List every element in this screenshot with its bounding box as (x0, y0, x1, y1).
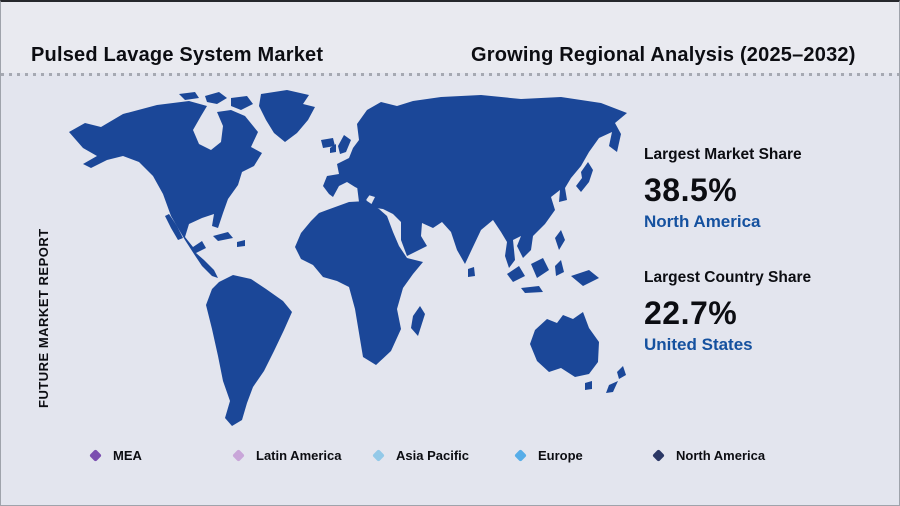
legend-label: North America (676, 448, 766, 463)
legend-item-north-america: North America (652, 448, 766, 463)
stats-panel: Largest Market Share 38.5% North America… (644, 146, 894, 392)
diamond-marker-icon (89, 449, 102, 462)
infographic-frame: Pulsed Lavage System Market Growing Regi… (0, 0, 900, 506)
diamond-marker-icon (514, 449, 527, 462)
legend-item-mea: MEA (89, 448, 142, 463)
stat-value: 22.7% (644, 295, 738, 332)
diamond-marker-icon (652, 449, 665, 462)
page-subtitle: Growing Regional Analysis (2025–2032) (471, 44, 856, 66)
dotted-divider (1, 73, 899, 76)
legend-item-europe: Europe (514, 448, 583, 463)
legend-label: Latin America (256, 448, 342, 463)
stat-label: Largest Country Share (644, 269, 812, 287)
diamond-marker-icon (232, 449, 245, 462)
stat-region: North America (644, 212, 761, 232)
stat-country-share: Largest Country Share 22.7% United State… (644, 269, 894, 355)
stat-value: 38.5% (644, 172, 738, 208)
legend-label: Asia Pacific (396, 448, 469, 463)
legend-label: Europe (538, 448, 583, 463)
world-map-landmasses (69, 90, 627, 426)
legend-item-latin-america: Latin America (232, 448, 342, 463)
stat-market-share: Largest Market Share 38.5% North America (644, 146, 894, 232)
legend-item-asia-pacific: Asia Pacific (372, 448, 469, 463)
map-legend: MEA Latin America Asia Pacific Europe No… (1, 448, 899, 468)
world-map-image (69, 90, 627, 426)
page-title: Pulsed Lavage System Market (31, 44, 324, 66)
legend-label: MEA (113, 448, 142, 463)
brand-watermark: FUTURE MARKET REPORT (36, 228, 51, 408)
stat-region: United States (644, 335, 753, 355)
diamond-marker-icon (372, 449, 385, 462)
stat-label: Largest Market Share (644, 146, 802, 163)
